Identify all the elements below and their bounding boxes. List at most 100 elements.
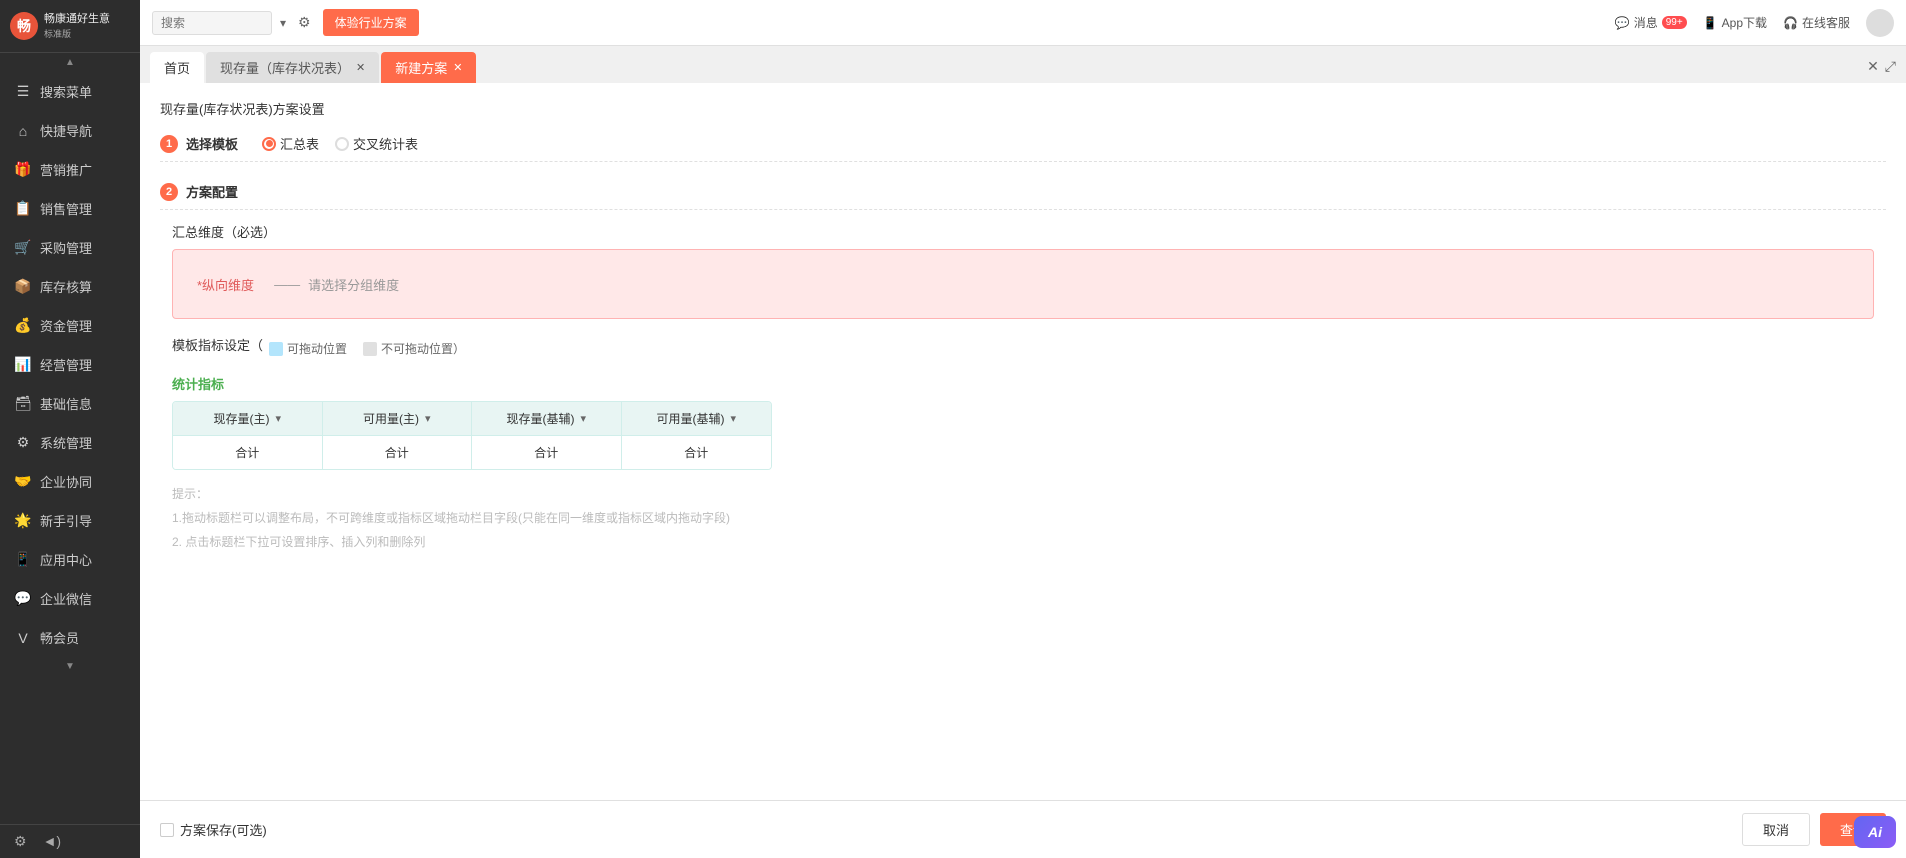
sidebar-item-quick-nav[interactable]: ⌂ 快捷导航 — [0, 111, 140, 150]
gear-icon[interactable]: ⚙ — [298, 14, 311, 31]
wechat-icon: 💬 — [14, 590, 32, 607]
page-title: 现存量(库存状况表)方案设置 — [160, 99, 1886, 118]
tab-new-plan[interactable]: 新建方案 ✕ — [381, 52, 476, 83]
ai-badge[interactable]: Ai — [1854, 816, 1896, 848]
tab-home[interactable]: 首页 — [150, 52, 204, 83]
app-name: 畅康通好生意 — [44, 12, 110, 26]
settings-icon[interactable]: ⚙ — [14, 833, 27, 850]
sidebar-item-marketing[interactable]: 🎁 营销推广 — [0, 150, 140, 189]
legend-draggable: 可拖动位置 — [269, 340, 347, 357]
save-checkbox[interactable]: 方案保存(可选) — [160, 820, 267, 839]
dimension-area[interactable]: *纵向维度 —— 请选择分组维度 — [172, 249, 1874, 319]
vertical-dim-label: *纵向维度 — [197, 275, 254, 294]
sidebar-item-app-center[interactable]: 📱 应用中心 — [0, 540, 140, 579]
tab-inventory-close[interactable]: ✕ — [356, 61, 365, 74]
message-badge: 99+ — [1662, 16, 1687, 29]
quick-nav-icon: ⌂ — [14, 123, 32, 139]
sidebar-item-cooperation[interactable]: 🤝 企业协同 — [0, 462, 140, 501]
dimension-label: 汇总维度（必选） — [172, 222, 1874, 241]
sidebar-item-label: 销售管理 — [40, 199, 92, 218]
section-2: 2 方案配置 汇总维度（必选） *纵向维度 —— 请选择分组维度 模板指标设定（ — [160, 182, 1886, 554]
sidebar-item-label: 基础信息 — [40, 394, 92, 413]
sidebar-item-label: 营销推广 — [40, 160, 92, 179]
sidebar-item-basic[interactable]: 🗃 基础信息 — [0, 384, 140, 423]
section-1-title: 选择模板 — [186, 134, 238, 153]
tips-title: 提示： — [172, 487, 208, 501]
legend-non-draggable: 不可拖动位置） — [363, 340, 465, 357]
sidebar-item-newbie[interactable]: 🌟 新手引导 — [0, 501, 140, 540]
online-service-label: 在线客服 — [1802, 14, 1850, 31]
message-label: 消息 — [1634, 14, 1658, 31]
sidebar-item-search-menu[interactable]: ☰ 搜索菜单 — [0, 72, 140, 111]
topbar-right: 💬 消息 99+ 📱 App下载 🎧 在线客服 — [1615, 9, 1894, 37]
stat-col-2-dropdown[interactable]: ▾ — [580, 412, 586, 425]
basic-icon: 🗃 — [14, 395, 32, 412]
stat-col-0-dropdown[interactable]: ▾ — [275, 412, 281, 425]
stat-table-row: 合计 合计 合计 合计 — [173, 435, 771, 469]
sidebar-item-operation[interactable]: 📊 经营管理 — [0, 345, 140, 384]
sidebar-item-system[interactable]: ⚙ 系统管理 — [0, 423, 140, 462]
sidebar-scroll-down[interactable]: ▼ — [0, 657, 140, 676]
stat-header-col-0[interactable]: 现存量(主) ▾ — [173, 402, 323, 435]
message-item[interactable]: 💬 消息 99+ — [1615, 14, 1687, 31]
stat-col-0-label: 现存量(主) — [213, 410, 269, 427]
trial-industry-button[interactable]: 体验行业方案 — [323, 9, 419, 36]
radio-cross-dot — [335, 137, 349, 151]
draggable-box — [269, 342, 283, 356]
dropdown-button[interactable]: ▾ — [280, 16, 286, 30]
stat-header-col-3[interactable]: 可用量(基辅) ▾ — [622, 402, 772, 435]
cooperation-icon: 🤝 — [14, 473, 32, 490]
app-edition: 标准版 — [44, 27, 110, 40]
stat-header-col-1[interactable]: 可用量(主) ▾ — [323, 402, 473, 435]
stat-col-3-dropdown[interactable]: ▾ — [730, 412, 736, 425]
search-menu-icon: ☰ — [14, 83, 32, 100]
sidebar-item-vip[interactable]: V 畅会员 — [0, 618, 140, 657]
section-2-header: 2 方案配置 — [160, 182, 1886, 210]
stat-col-1-dropdown[interactable]: ▾ — [425, 412, 431, 425]
audio-icon[interactable]: ◄) — [43, 833, 62, 850]
tab-inventory-status[interactable]: 现存量（库存状况表） ✕ — [206, 52, 379, 83]
sales-icon: 📋 — [14, 200, 32, 217]
tab-new-plan-label: 新建方案 — [395, 58, 447, 77]
stat-section: 统计指标 现存量(主) ▾ 可用量(主) ▾ — [172, 374, 1874, 470]
operation-icon: 📊 — [14, 356, 32, 373]
sidebar-item-label: 应用中心 — [40, 550, 92, 569]
tab-expand-icon[interactable]: ⤢ — [1885, 58, 1896, 75]
newbie-icon: 🌟 — [14, 512, 32, 529]
sidebar-item-purchase[interactable]: 🛒 采购管理 — [0, 228, 140, 267]
tab-inventory-label: 现存量（库存状况表） — [220, 58, 350, 77]
tip-1: 1.拖动标题栏可以调整布局，不可跨维度或指标区域拖动栏目字段(只能在同一维度或指… — [172, 506, 1874, 530]
dim-placeholder: 请选择分组维度 — [308, 275, 399, 294]
sidebar-item-label: 畅会员 — [40, 628, 79, 647]
legend-draggable-label: 可拖动位置 — [287, 340, 347, 357]
sidebar-item-finance[interactable]: 💰 资金管理 — [0, 306, 140, 345]
save-label: 方案保存(可选) — [180, 820, 267, 839]
sidebar-item-label: 系统管理 — [40, 433, 92, 452]
sidebar-item-inventory[interactable]: 📦 库存核算 — [0, 267, 140, 306]
stat-table: 现存量(主) ▾ 可用量(主) ▾ 现存量(基辅) ▾ — [172, 401, 772, 470]
section-2-number: 2 — [160, 183, 178, 201]
sidebar-item-label: 企业微信 — [40, 589, 92, 608]
radio-summary[interactable]: 汇总表 — [262, 134, 319, 153]
non-draggable-box — [363, 342, 377, 356]
tab-new-plan-close[interactable]: ✕ — [453, 61, 462, 74]
template-radio-group: 汇总表 交叉统计表 — [262, 134, 418, 153]
radio-cross[interactable]: 交叉统计表 — [335, 134, 418, 153]
user-avatar[interactable] — [1866, 9, 1894, 37]
radio-summary-label: 汇总表 — [280, 134, 319, 153]
stat-cell-0: 合计 — [173, 436, 323, 469]
cancel-button[interactable]: 取消 — [1742, 813, 1810, 846]
search-input[interactable] — [152, 11, 272, 35]
app-download-item[interactable]: 📱 App下载 — [1703, 14, 1767, 31]
section-1: 1 选择模板 汇总表 交叉统计表 — [160, 134, 1886, 162]
save-checkbox-box[interactable] — [160, 823, 174, 837]
stat-cell-1: 合计 — [323, 436, 473, 469]
sidebar-item-sales[interactable]: 📋 销售管理 — [0, 189, 140, 228]
tip-2: 2. 点击标题栏下拉可设置排序、插入列和删除列 — [172, 530, 1874, 554]
tab-collapse-icon[interactable]: ✕ — [1867, 58, 1879, 75]
stat-header-col-2[interactable]: 现存量(基辅) ▾ — [472, 402, 622, 435]
sidebar-scroll-up[interactable]: ▲ — [0, 53, 140, 72]
sidebar-item-wechat[interactable]: 💬 企业微信 — [0, 579, 140, 618]
online-service-item[interactable]: 🎧 在线客服 — [1783, 14, 1850, 31]
footer: 方案保存(可选) 取消 查询 — [140, 800, 1906, 858]
